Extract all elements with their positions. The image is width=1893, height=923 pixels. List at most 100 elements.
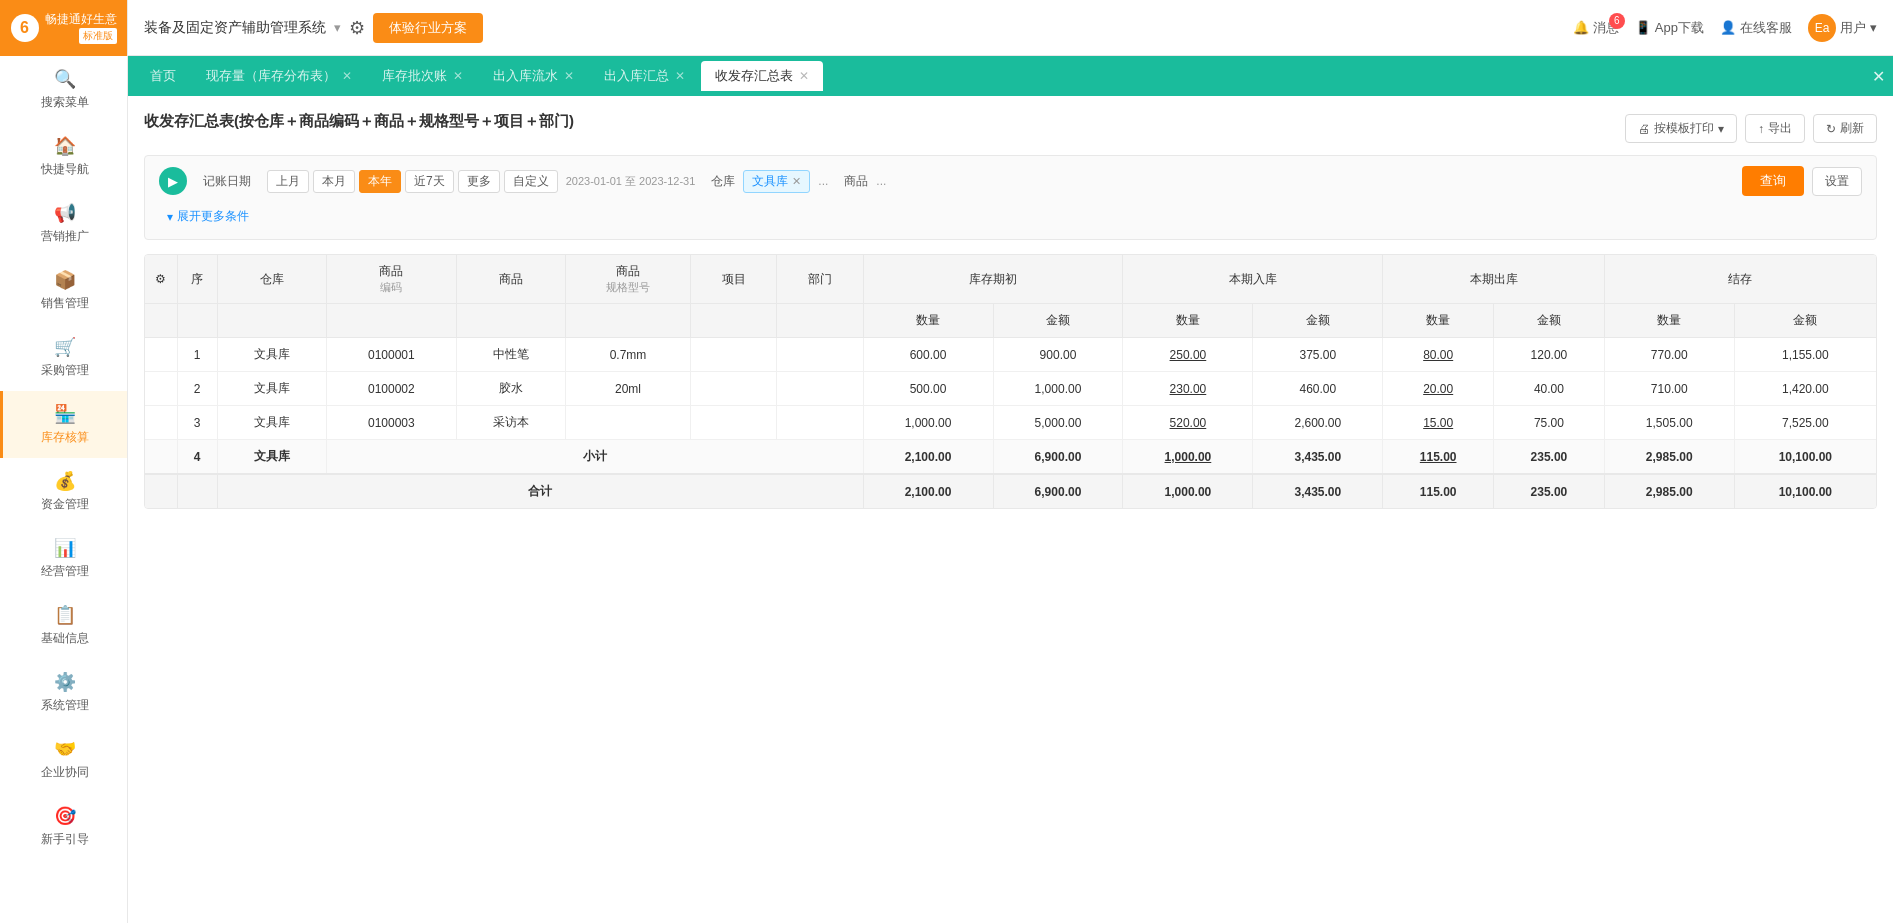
date-btn-last-month[interactable]: 上月	[267, 170, 309, 193]
row-opening-amt: 5,000.00	[993, 406, 1123, 440]
user-menu[interactable]: Ea 用户 ▾	[1808, 14, 1877, 42]
subtotal-out-amt: 235.00	[1494, 440, 1605, 475]
row-out-qty[interactable]: 20.00	[1383, 372, 1494, 406]
product-label: 商品	[844, 173, 868, 190]
query-button[interactable]: 查询	[1742, 166, 1804, 196]
row-code: 0100002	[326, 372, 456, 406]
th-out-group: 本期出库	[1383, 255, 1604, 304]
page-header-row: 收发存汇总表(按仓库＋商品编码＋商品＋规格型号＋项目＋部门) 🖨 按模板打印 ▾…	[144, 112, 1877, 145]
sidebar-item-marketing[interactable]: 📢 营销推广	[0, 190, 127, 257]
tab-home[interactable]: 首页	[136, 61, 190, 91]
row-in-qty[interactable]: 230.00	[1123, 372, 1253, 406]
toolbar-right: 🖨 按模板打印 ▾ ↑ 导出 ↻ 刷新	[1625, 114, 1877, 143]
warehouse-tag: 文具库 ✕	[743, 170, 810, 193]
row-no: 1	[177, 338, 217, 372]
footer-empty-2	[177, 474, 217, 508]
row-out-qty[interactable]: 80.00	[1383, 338, 1494, 372]
sidebar-item-finance[interactable]: 💰 资金管理	[0, 458, 127, 525]
sidebar-item-cooperation[interactable]: 🤝 企业协同	[0, 726, 127, 793]
row-out-amt: 75.00	[1494, 406, 1605, 440]
sidebar-item-search[interactable]: 🔍 搜索菜单	[0, 56, 127, 123]
topbar-left: 装备及固定资产辅助管理系统 ▾ ⚙ 体验行业方案	[144, 13, 483, 43]
online-service-button[interactable]: 👤 在线客服	[1720, 19, 1792, 37]
filter-collapse-btn[interactable]: ▶	[159, 167, 187, 195]
sidebar-item-nav[interactable]: 🏠 快捷导航	[0, 123, 127, 190]
sidebar-item-inventory[interactable]: 🏪 库存核算	[0, 391, 127, 458]
tab-batch[interactable]: 库存批次账 ✕	[368, 61, 477, 91]
subtotal-label: 小计	[326, 440, 863, 475]
app-download-button[interactable]: 📱 App下载	[1635, 19, 1704, 37]
th-opening-amt: 金额	[993, 304, 1123, 338]
trial-button[interactable]: 体验行业方案	[373, 13, 483, 43]
tab-recv-send-close[interactable]: ✕	[799, 69, 809, 83]
tab-inout-summary[interactable]: 出入库汇总 ✕	[590, 61, 699, 91]
row-code: 0100001	[326, 338, 456, 372]
sidebar-item-sales[interactable]: 📦 销售管理	[0, 257, 127, 324]
gear-icon[interactable]: ⚙	[349, 17, 365, 39]
date-btn-7days[interactable]: 近7天	[405, 170, 454, 193]
sidebar-item-guide[interactable]: 🎯 新手引导	[0, 793, 127, 860]
date-btn-custom[interactable]: 自定义	[504, 170, 558, 193]
date-btn-more[interactable]: 更多	[458, 170, 500, 193]
row-opening-amt: 900.00	[993, 338, 1123, 372]
th-name: 商品	[456, 255, 565, 304]
sidebar: 6 畅捷通好生意 标准版 🔍 搜索菜单 🏠 快捷导航 📢 营销推广 📦 销售管理…	[0, 0, 128, 923]
row-out-amt: 120.00	[1494, 338, 1605, 372]
sidebar-menu: 🔍 搜索菜单 🏠 快捷导航 📢 营销推广 📦 销售管理 🛒 采购管理 🏪 库存核…	[0, 56, 127, 923]
th-code: 商品编码	[326, 255, 456, 304]
table-footer-row: 合计 2,100.00 6,900.00 1,000.00 3,435.00 1…	[145, 474, 1876, 508]
message-button[interactable]: 🔔 6 消息	[1573, 19, 1619, 37]
warehouse-more[interactable]: ...	[818, 174, 828, 188]
tab-recv-send-summary[interactable]: 收发存汇总表 ✕	[701, 61, 823, 91]
tab-inventory-dist-close[interactable]: ✕	[342, 69, 352, 83]
filter-area: ▶ 记账日期 上月 本月 本年 近7天 更多 自定义 2023-01-01 至 …	[144, 155, 1877, 240]
tab-inventory-dist[interactable]: 现存量（库存分布表） ✕	[192, 61, 366, 91]
th-opening-group: 库存期初	[863, 255, 1123, 304]
tab-inout-flow-close[interactable]: ✕	[564, 69, 574, 83]
date-btn-this-year[interactable]: 本年	[359, 170, 401, 193]
refresh-button[interactable]: ↻ 刷新	[1813, 114, 1877, 143]
sidebar-item-system[interactable]: ⚙️ 系统管理	[0, 659, 127, 726]
tab-inout-summary-label: 出入库汇总	[604, 67, 669, 85]
subtotal-opening-amt: 6,900.00	[993, 440, 1123, 475]
settings-button[interactable]: 设置	[1812, 167, 1862, 196]
row-in-qty[interactable]: 250.00	[1123, 338, 1253, 372]
print-button[interactable]: 🖨 按模板打印 ▾	[1625, 114, 1737, 143]
system-title: 装备及固定资产辅助管理系统	[144, 19, 326, 37]
tab-home-label: 首页	[150, 67, 176, 85]
th-settings[interactable]: ⚙	[145, 255, 177, 304]
row-warehouse: 文具库	[217, 406, 326, 440]
sidebar-item-basic[interactable]: 📋 基础信息	[0, 592, 127, 659]
row-out-qty[interactable]: 15.00	[1383, 406, 1494, 440]
date-btn-this-month[interactable]: 本月	[313, 170, 355, 193]
row-no: 2	[177, 372, 217, 406]
sidebar-item-purchase[interactable]: 🛒 采购管理	[0, 324, 127, 391]
row-balance-amt: 1,420.00	[1734, 372, 1876, 406]
topbar: 装备及固定资产辅助管理系统 ▾ ⚙ 体验行业方案 🔔 6 消息 📱 App下载 …	[128, 0, 1893, 56]
footer-out-qty: 115.00	[1383, 474, 1494, 508]
guide-icon: 🎯	[54, 805, 76, 827]
tab-inout-summary-close[interactable]: ✕	[675, 69, 685, 83]
dropdown-arrow-icon: ▾	[334, 20, 341, 35]
product-more[interactable]: ...	[876, 174, 886, 188]
warehouse-tag-close[interactable]: ✕	[792, 175, 801, 188]
tabbar-close-icon[interactable]: ✕	[1872, 67, 1885, 86]
tab-batch-close[interactable]: ✕	[453, 69, 463, 83]
th-dept: 部门	[777, 255, 863, 304]
footer-opening-amt: 6,900.00	[993, 474, 1123, 508]
row-gear	[145, 406, 177, 440]
finance-icon: 💰	[54, 470, 76, 492]
row-gear	[145, 338, 177, 372]
row-in-qty[interactable]: 520.00	[1123, 406, 1253, 440]
row-balance-amt: 7,525.00	[1734, 406, 1876, 440]
service-icon: 👤	[1720, 20, 1736, 35]
sidebar-item-management[interactable]: 📊 经营管理	[0, 525, 127, 592]
data-table: ⚙ 序 仓库 商品编码 商品 商品规格型号 项目 部门 库存期初 本期入库 本期…	[144, 254, 1877, 509]
subtotal-out-qty: 115.00	[1383, 440, 1494, 475]
expand-more-button[interactable]: ▾ 展开更多条件	[159, 204, 257, 229]
logo: 6 畅捷通好生意 标准版	[0, 0, 127, 56]
system-icon: ⚙️	[54, 671, 76, 693]
export-button[interactable]: ↑ 导出	[1745, 114, 1805, 143]
tab-inout-flow[interactable]: 出入库流水 ✕	[479, 61, 588, 91]
th-project: 项目	[690, 255, 776, 304]
